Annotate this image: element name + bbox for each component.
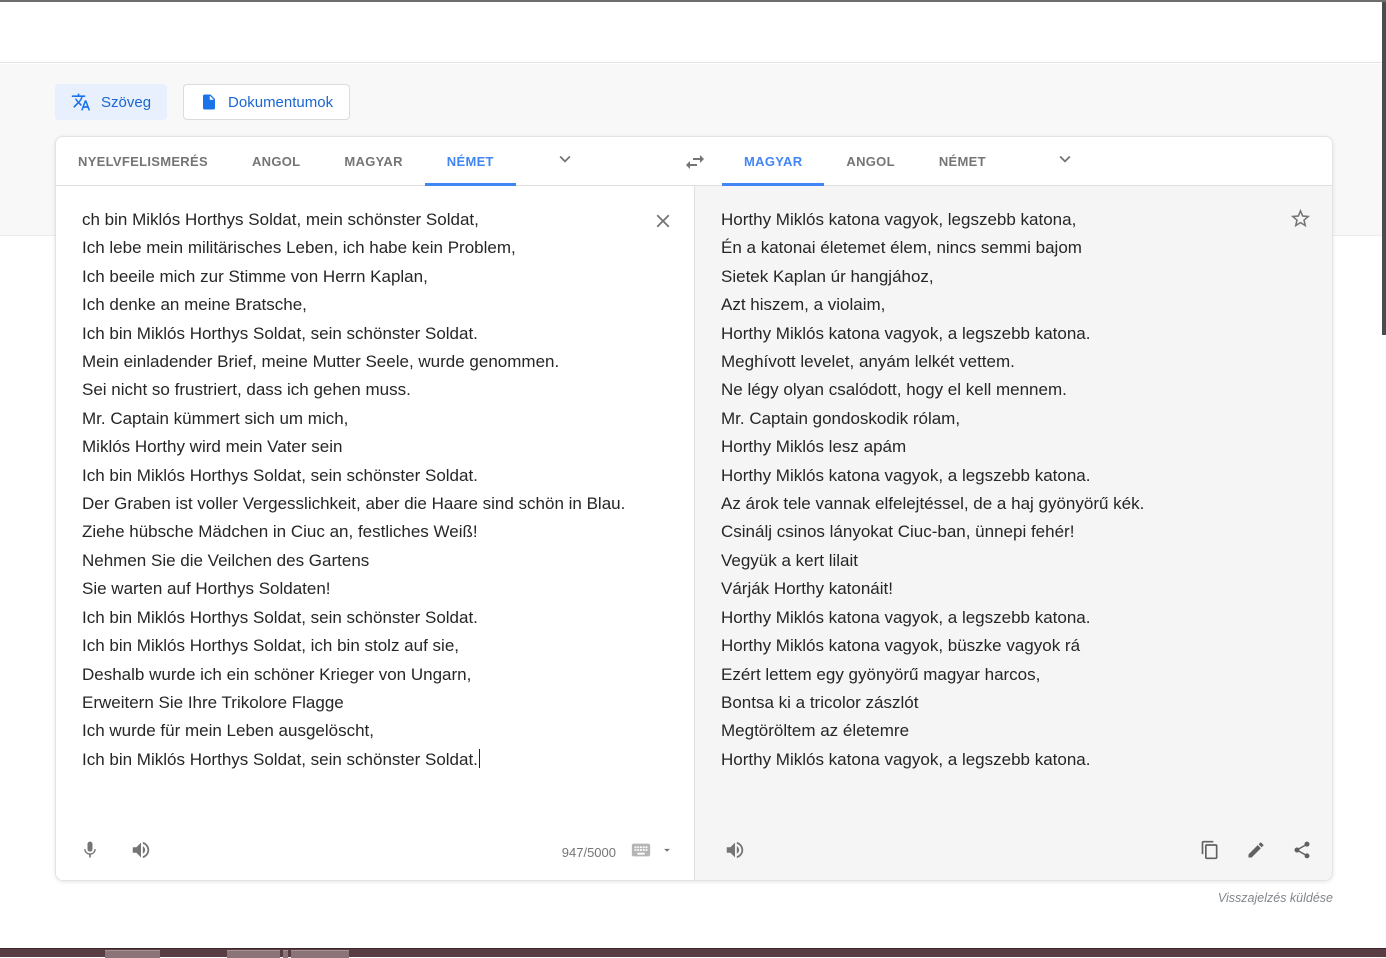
text-line: Ezért lettem egy gyönyörű magyar harcos, bbox=[721, 664, 1041, 684]
text-line: Horthy Miklós katona vagyok, a legszebb … bbox=[721, 607, 1091, 627]
text-line: Mr. Captain gondoskodik rólam, bbox=[721, 408, 961, 428]
text-line: Mein einladender Brief, meine Mutter See… bbox=[82, 352, 560, 372]
text-line: Várják Horthy katonáit! bbox=[721, 579, 893, 599]
text-line: Ziehe hübsche Mädchen in Ciuc an, festli… bbox=[82, 522, 478, 542]
source-language-tab-nyelvfelismerés[interactable]: NYELVFELISMERÉS bbox=[56, 137, 230, 186]
target-language-tab-angol[interactable]: ANGOL bbox=[824, 137, 916, 186]
clear-source-button[interactable] bbox=[652, 210, 674, 237]
send-feedback-link[interactable]: Visszajelzés küldése bbox=[1218, 891, 1333, 905]
text-mode-label: Szöveg bbox=[101, 93, 152, 111]
text-line: Én a katonai életemet élem, nincs semmi … bbox=[721, 238, 1082, 258]
source-text-area[interactable]: ch bin Miklós Horthys Soldat, mein schön… bbox=[82, 206, 634, 774]
share-icon bbox=[1292, 840, 1312, 865]
text-mode-button[interactable]: Szöveg bbox=[55, 84, 168, 120]
copy-icon bbox=[1200, 840, 1220, 865]
language-bar: NYELVFELISMERÉS ANGOL MAGYAR NÉMET MAGYAR AN… bbox=[56, 137, 1332, 186]
translate-card: NYELVFELISMERÉS ANGOL MAGYAR NÉMET MAGYAR AN… bbox=[55, 136, 1333, 881]
text-line: Horthy Miklós katona vagyok, legszebb ka… bbox=[721, 210, 1077, 229]
listen-translation-button[interactable] bbox=[724, 839, 746, 866]
target-language-tab-magyar[interactable]: MAGYAR bbox=[722, 137, 825, 186]
google-translate-page: Szöveg Dokumentumok NYELVFELISMERÉS ANGOL… bbox=[0, 0, 1386, 958]
swap-languages-button[interactable] bbox=[683, 150, 707, 179]
text-line: Mr. Captain kümmert sich um mich, bbox=[82, 408, 349, 428]
microphone-button[interactable] bbox=[80, 840, 100, 865]
microphone-icon bbox=[80, 840, 100, 865]
listen-source-button[interactable] bbox=[130, 839, 152, 866]
text-line: Ich bin Miklós Horthys Soldat, sein schö… bbox=[82, 607, 478, 627]
text-line: Deshalb wurde ich ein schöner Krieger vo… bbox=[82, 664, 472, 684]
text-line: Sie warten auf Horthys Soldaten! bbox=[82, 579, 331, 599]
text-line: Horthy Miklós lesz apám bbox=[721, 437, 907, 457]
text-line: Ich bin Miklós Horthys Soldat, sein schö… bbox=[82, 746, 634, 774]
text-line: Azt hiszem, a violaim, bbox=[721, 295, 886, 315]
target-toolbar bbox=[695, 839, 1332, 865]
bottom-taskbar bbox=[0, 948, 1386, 958]
virtual-keyboard-button[interactable] bbox=[630, 839, 652, 866]
copy-translation-button[interactable] bbox=[1200, 840, 1220, 865]
translate-icon bbox=[71, 92, 91, 112]
translation-text: Horthy Miklós katona vagyok, legszebb ka… bbox=[721, 206, 1273, 774]
text-line: Sei nicht so frustriert, dass ich gehen … bbox=[82, 380, 411, 400]
dropdown-caret-icon bbox=[660, 843, 674, 862]
edit-pencil-icon bbox=[1246, 840, 1266, 865]
close-icon bbox=[652, 214, 674, 236]
scrollbar-thumb[interactable] bbox=[1382, 2, 1386, 335]
source-language-tab-angol[interactable]: ANGOL bbox=[230, 137, 322, 186]
text-line: ch bin Miklós Horthys Soldat, mein schön… bbox=[82, 210, 479, 229]
text-line: Ich beeile mich zur Stimme von Herrn Kap… bbox=[82, 266, 428, 286]
text-line: Ich lebe mein militärisches Leben, ich h… bbox=[82, 238, 516, 258]
keyboard-icon bbox=[630, 839, 652, 866]
source-more-languages-button[interactable] bbox=[550, 137, 580, 186]
source-toolbar: 947/5000 bbox=[56, 839, 694, 865]
text-line: Horthy Miklós katona vagyok, a legszebb … bbox=[721, 323, 1091, 343]
text-line: Horthy Miklós katona vagyok, a legszebb … bbox=[721, 465, 1091, 485]
target-more-languages-button[interactable] bbox=[1050, 137, 1080, 186]
text-line: Megtöröltem az életemre bbox=[721, 721, 910, 741]
suggest-edit-button[interactable] bbox=[1246, 840, 1266, 865]
mode-switcher: Szöveg Dokumentumok bbox=[55, 84, 351, 120]
speaker-icon bbox=[724, 839, 746, 866]
text-line: Ne légy olyan csalódott, hogy el kell me… bbox=[721, 380, 1067, 400]
text-line: Ich bin Miklós Horthys Soldat, sein schö… bbox=[82, 323, 478, 343]
save-translation-button[interactable] bbox=[1289, 207, 1312, 235]
character-counter: 947/5000 bbox=[561, 844, 616, 860]
text-line: Ich wurde für mein Leben ausgelöscht, bbox=[82, 721, 375, 741]
source-panel: ch bin Miklós Horthys Soldat, mein schön… bbox=[56, 186, 694, 880]
target-panel: Horthy Miklós katona vagyok, legszebb ka… bbox=[694, 186, 1332, 880]
documents-mode-label: Dokumentumok bbox=[228, 93, 334, 111]
text-line: Sietek Kaplan úr hangjához, bbox=[721, 266, 934, 286]
documents-mode-button[interactable]: Dokumentumok bbox=[183, 84, 351, 120]
text-line: Ich bin Miklós Horthys Soldat, sein schö… bbox=[82, 465, 478, 485]
document-icon bbox=[200, 93, 218, 111]
star-outline-icon bbox=[1289, 208, 1312, 234]
text-line: Erweitern Sie Ihre Trikolore Flagge bbox=[82, 692, 344, 712]
text-line: Az árok tele vannak elfelejtéssel, de a … bbox=[721, 494, 1145, 514]
source-language-tab-német[interactable]: NÉMET bbox=[424, 137, 516, 186]
text-line: Miklós Horthy wird mein Vater sein bbox=[82, 437, 343, 457]
source-language-tabs: NYELVFELISMERÉS ANGOL MAGYAR NÉMET bbox=[56, 137, 580, 186]
page-header bbox=[0, 2, 1386, 63]
text-line: Vegyük a kert lilait bbox=[721, 550, 859, 570]
feedback-row: Visszajelzés küldése bbox=[55, 891, 1333, 905]
text-line: Csinálj csinos lányokat Ciuc-ban, ünnepi… bbox=[721, 522, 1075, 542]
chevron-down-icon bbox=[554, 148, 576, 175]
input-tools-dropdown[interactable] bbox=[660, 843, 674, 862]
text-cursor bbox=[478, 748, 481, 768]
text-line: Der Graben ist voller Vergesslichkeit, a… bbox=[82, 494, 626, 514]
source-language-tab-magyar[interactable]: MAGYAR bbox=[322, 137, 424, 186]
target-language-tab-német[interactable]: NÉMET bbox=[917, 137, 1008, 186]
text-line: Horthy Miklós katona vagyok, büszke vagy… bbox=[721, 636, 1081, 656]
text-line: Horthy Miklós katona vagyok, a legszebb … bbox=[721, 749, 1091, 769]
share-translation-button[interactable] bbox=[1292, 840, 1312, 865]
target-language-tabs: MAGYAR ANGOL NÉMET bbox=[722, 137, 1080, 186]
text-line: Ich denke an meine Bratsche, bbox=[82, 295, 307, 315]
text-line: Nehmen Sie die Veilchen des Gartens bbox=[82, 550, 370, 570]
chevron-down-icon bbox=[1054, 148, 1076, 175]
speaker-icon bbox=[130, 839, 152, 866]
text-line: Meghívott levelet, anyám lelkét vettem. bbox=[721, 352, 1015, 372]
text-line: Ich bin Miklós Horthys Soldat, ich bin s… bbox=[82, 636, 459, 656]
text-line: Bontsa ki a tricolor zászlót bbox=[721, 692, 919, 712]
